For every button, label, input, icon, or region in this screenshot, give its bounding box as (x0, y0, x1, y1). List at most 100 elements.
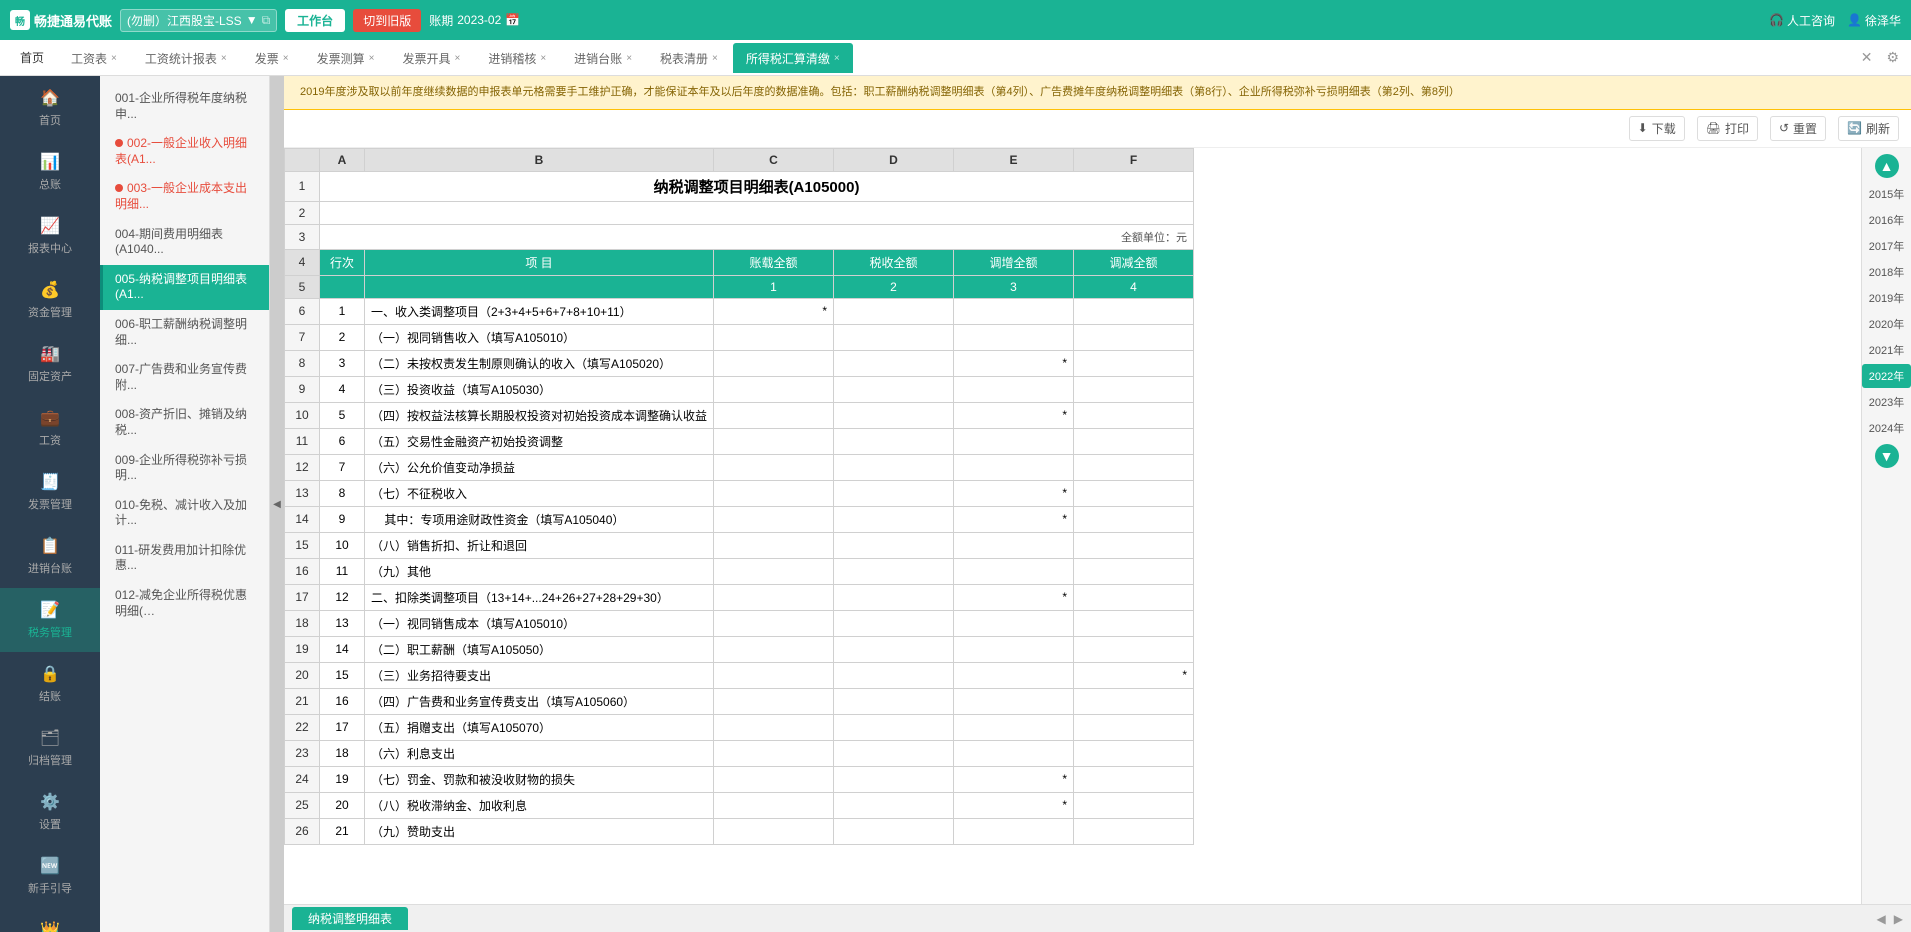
download-button[interactable]: ⬇ 下载 (1629, 116, 1685, 141)
calendar-icon[interactable]: 📅 (505, 13, 520, 27)
bottom-tab-na税调整[interactable]: 纳税调整明细表 (292, 907, 408, 930)
value-cell-1[interactable] (714, 428, 834, 454)
sidebar-item-reports[interactable]: 📈 报表中心 (0, 204, 100, 268)
value-cell-1[interactable] (714, 792, 834, 818)
value-cell-4[interactable] (1074, 480, 1194, 506)
value-cell-3[interactable]: * (954, 480, 1074, 506)
tab-payroll-report[interactable]: 工资统计报表 × (132, 43, 240, 73)
hang-num[interactable]: 16 (320, 688, 365, 714)
item-cell[interactable]: （八）销售折扣、折让和退回 (365, 532, 714, 558)
value-cell-4[interactable] (1074, 558, 1194, 584)
value-cell-1[interactable] (714, 454, 834, 480)
item-cell[interactable]: （三）投资收益（填写A105030） (365, 376, 714, 402)
spreadsheet-container[interactable]: A B C D E F 1 纳税调 (284, 148, 1861, 905)
value-cell-3[interactable] (954, 714, 1074, 740)
value-cell-3[interactable]: * (954, 792, 1074, 818)
value-cell-4[interactable] (1074, 636, 1194, 662)
item-cell[interactable]: 一、收入类调整项目（2+3+4+5+6+7+8+10+11） (365, 298, 714, 324)
support-link[interactable]: 🎧 人工咨询 (1769, 12, 1835, 29)
value-cell-4[interactable] (1074, 428, 1194, 454)
year-2015[interactable]: 2015年 (1862, 182, 1911, 206)
value-cell-4[interactable] (1074, 766, 1194, 792)
value-cell-3[interactable]: * (954, 402, 1074, 428)
user-avatar[interactable]: 👤 徐泽华 (1847, 12, 1901, 29)
hang-num[interactable]: 20 (320, 792, 365, 818)
year-2017[interactable]: 2017年 (1862, 234, 1911, 258)
subnav-011[interactable]: 011-研发费用加计扣除优惠... (100, 536, 269, 581)
value-cell-4[interactable] (1074, 454, 1194, 480)
subnav-010[interactable]: 010-免税、减计收入及加计... (100, 491, 269, 536)
sidebar-item-member[interactable]: 👑 畅会员 (0, 908, 100, 932)
value-cell-1[interactable] (714, 688, 834, 714)
value-cell-2[interactable] (834, 792, 954, 818)
sidebar-item-home[interactable]: 🏠 首页 (0, 76, 100, 140)
value-cell-3[interactable] (954, 818, 1074, 844)
hang-num[interactable]: 2 (320, 324, 365, 350)
value-cell-2[interactable] (834, 610, 954, 636)
value-cell-4[interactable] (1074, 506, 1194, 532)
switch-button[interactable]: 切到旧版 (353, 9, 421, 32)
item-cell[interactable]: 其中：专项用途财政性资金（填写A105040） (365, 506, 714, 532)
subnav-007[interactable]: 007-广告费和业务宣传费附... (100, 355, 269, 400)
value-cell-3[interactable]: * (954, 506, 1074, 532)
value-cell-2[interactable] (834, 454, 954, 480)
subnav-009[interactable]: 009-企业所得税弥补亏损明... (100, 446, 269, 491)
value-cell-1[interactable] (714, 740, 834, 766)
value-cell-3[interactable] (954, 454, 1074, 480)
cell[interactable]: 全额单位：元 (320, 224, 1194, 249)
close-icon[interactable]: × (221, 53, 227, 64)
value-cell-2[interactable] (834, 636, 954, 662)
value-cell-1[interactable] (714, 376, 834, 402)
year-2021[interactable]: 2021年 (1862, 338, 1911, 362)
close-icon[interactable]: × (369, 53, 375, 64)
hang-num[interactable]: 19 (320, 766, 365, 792)
value-cell-4[interactable] (1074, 376, 1194, 402)
value-cell-3[interactable] (954, 532, 1074, 558)
tab-invoice-issue[interactable]: 发票开具 × (389, 43, 473, 73)
sidebar-item-settings[interactable]: ⚙️ 设置 (0, 780, 100, 844)
tab-sales-ledger[interactable]: 进销台账 × (561, 43, 645, 73)
sidebar-item-payroll[interactable]: 💼 工资 (0, 396, 100, 460)
value-cell-2[interactable] (834, 402, 954, 428)
hang-num[interactable]: 1 (320, 298, 365, 324)
value-cell-1[interactable] (714, 818, 834, 844)
year-2018[interactable]: 2018年 (1862, 260, 1911, 284)
value-cell-3[interactable] (954, 636, 1074, 662)
subnav-006[interactable]: 006-职工薪酬纳税调整明细... (100, 310, 269, 355)
value-cell-4[interactable] (1074, 532, 1194, 558)
refresh-button[interactable]: 🔄 刷新 (1838, 116, 1899, 141)
item-cell[interactable]: （六）利息支出 (365, 740, 714, 766)
value-cell-4[interactable] (1074, 298, 1194, 324)
year-down-button[interactable]: ▼ (1875, 444, 1899, 468)
close-icon[interactable]: × (111, 53, 117, 64)
close-all-tabs[interactable]: ✕ (1853, 49, 1881, 66)
hang-num[interactable]: 10 (320, 532, 365, 558)
value-cell-2[interactable] (834, 480, 954, 506)
year-2023[interactable]: 2023年 (1862, 390, 1911, 414)
hang-num[interactable]: 6 (320, 428, 365, 454)
item-cell[interactable]: （四）按权益法核算长期股权投资对初始投资成本调整确认收益 (365, 402, 714, 428)
hang-num[interactable]: 13 (320, 610, 365, 636)
value-cell-2[interactable] (834, 324, 954, 350)
value-cell-1[interactable] (714, 402, 834, 428)
workspace-button[interactable]: 工作台 (285, 9, 345, 32)
sidebar-item-close[interactable]: 🔒 结账 (0, 652, 100, 716)
sidebar-item-finance[interactable]: 💰 资金管理 (0, 268, 100, 332)
year-2022[interactable]: 2022年 (1862, 364, 1911, 388)
year-2024[interactable]: 2024年 (1862, 416, 1911, 440)
value-cell-1[interactable] (714, 610, 834, 636)
hang-num[interactable]: 15 (320, 662, 365, 688)
scroll-left-icon[interactable]: ◀ (1877, 912, 1886, 926)
hang-num[interactable]: 8 (320, 480, 365, 506)
value-cell-3[interactable] (954, 662, 1074, 688)
value-cell-2[interactable] (834, 558, 954, 584)
value-cell-3[interactable]: * (954, 766, 1074, 792)
value-cell-2[interactable] (834, 818, 954, 844)
value-cell-2[interactable] (834, 506, 954, 532)
value-cell-4[interactable] (1074, 740, 1194, 766)
value-cell-1[interactable] (714, 558, 834, 584)
company-selector[interactable]: (勿删）江西股宝-LSS ▼ ⧉ (120, 9, 277, 32)
cell[interactable] (320, 201, 1194, 224)
subnav-008[interactable]: 008-资产折旧、摊销及纳税... (100, 400, 269, 445)
reset-button[interactable]: ↺ 重置 (1770, 116, 1826, 141)
